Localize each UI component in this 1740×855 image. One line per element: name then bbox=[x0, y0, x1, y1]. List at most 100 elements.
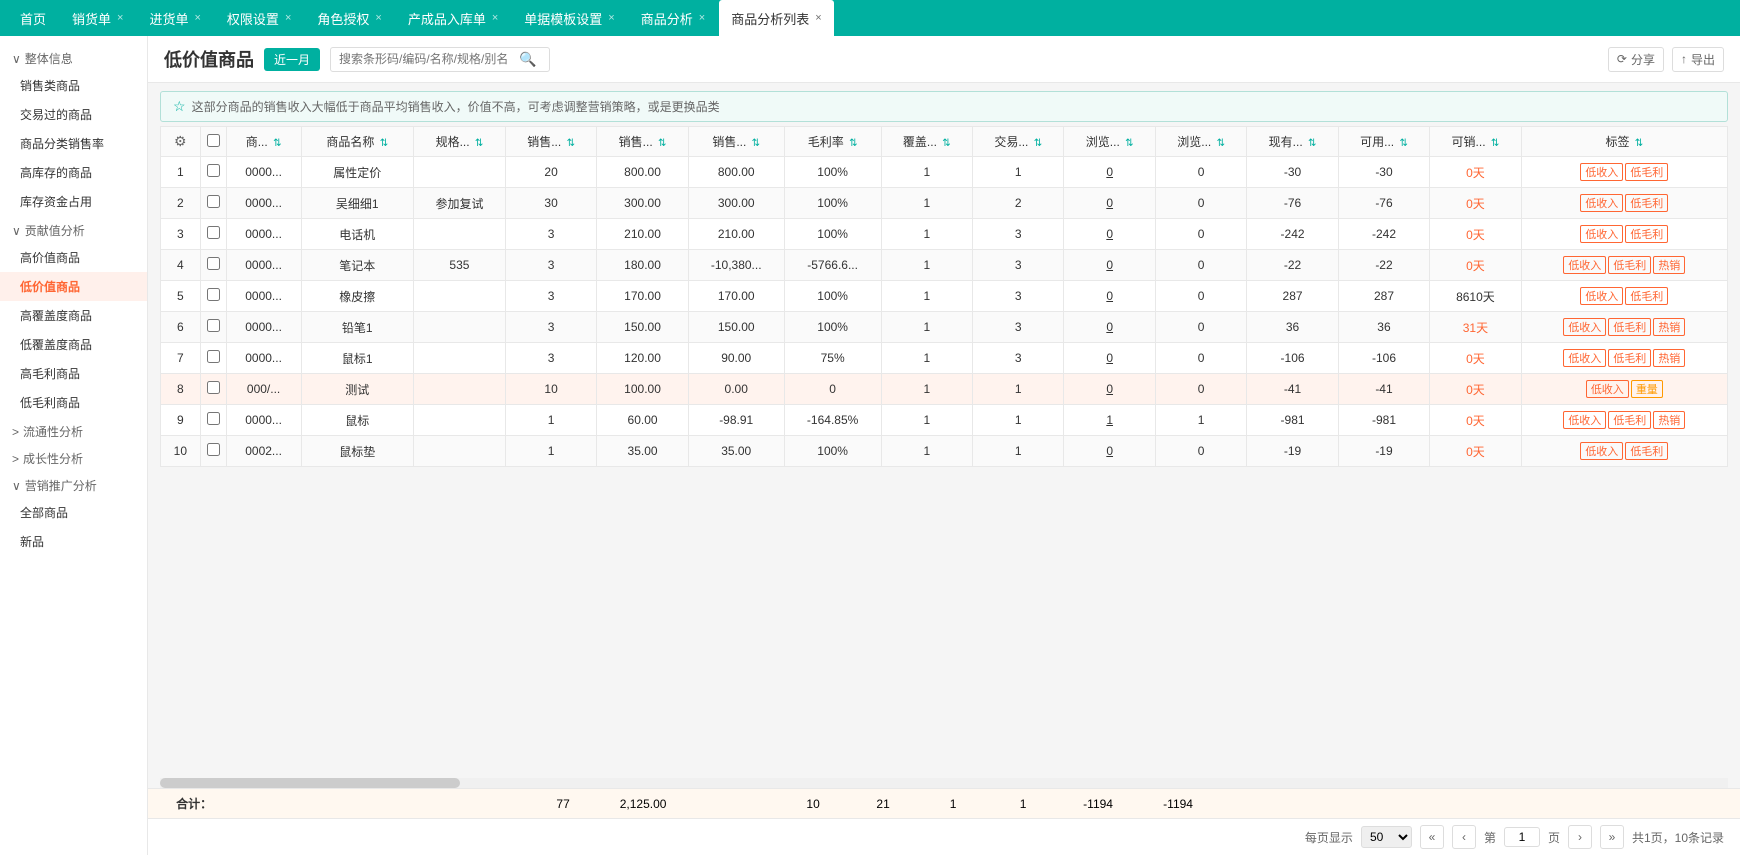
browse1-link[interactable]: 0 bbox=[1106, 165, 1113, 179]
per-page-select[interactable]: 50 100 200 bbox=[1361, 826, 1412, 848]
row-browse1[interactable]: 0 bbox=[1064, 281, 1155, 312]
row-browse1[interactable]: 1 bbox=[1064, 405, 1155, 436]
nav-home[interactable]: 首页 bbox=[8, 0, 58, 36]
row-checkbox-cell[interactable] bbox=[200, 405, 226, 436]
row-checkbox[interactable] bbox=[207, 164, 220, 177]
row-checkbox[interactable] bbox=[207, 257, 220, 270]
col-settings[interactable]: ⚙ bbox=[161, 127, 201, 157]
col-checkbox[interactable] bbox=[200, 127, 226, 157]
sidebar-item-high-stock[interactable]: 高库存的商品 bbox=[0, 158, 147, 187]
row-checkbox[interactable] bbox=[207, 350, 220, 363]
row-checkbox[interactable] bbox=[207, 412, 220, 425]
nav-purchase[interactable]: 进货单 × bbox=[137, 0, 212, 36]
sidebar-item-all-goods[interactable]: 全部商品 bbox=[0, 498, 147, 527]
row-browse1[interactable]: 0 bbox=[1064, 250, 1155, 281]
col-coverage[interactable]: 覆盖... ⇅ bbox=[881, 127, 972, 157]
sidebar-group-contribution[interactable]: ∨ 贡献值分析 bbox=[0, 216, 147, 243]
select-all-checkbox[interactable] bbox=[207, 134, 220, 147]
row-checkbox[interactable] bbox=[207, 443, 220, 456]
close-icon[interactable]: × bbox=[285, 12, 291, 24]
share-btn[interactable]: ⟳ 分享 bbox=[1608, 47, 1664, 72]
close-icon[interactable]: × bbox=[375, 12, 381, 24]
col-name[interactable]: 商品名称 ⇅ bbox=[301, 127, 414, 157]
close-icon[interactable]: × bbox=[815, 12, 821, 24]
row-browse1[interactable]: 0 bbox=[1064, 374, 1155, 405]
row-checkbox-cell[interactable] bbox=[200, 374, 226, 405]
row-checkbox-cell[interactable] bbox=[200, 250, 226, 281]
row-checkbox-cell[interactable] bbox=[200, 157, 226, 188]
sidebar-item-category-rate[interactable]: 商品分类销售率 bbox=[0, 129, 147, 158]
row-checkbox-cell[interactable] bbox=[200, 436, 226, 467]
row-browse1[interactable]: 0 bbox=[1064, 312, 1155, 343]
close-icon[interactable]: × bbox=[492, 12, 498, 24]
sidebar-group-overall[interactable]: ∨ 整体信息 bbox=[0, 44, 147, 71]
col-sale1[interactable]: 销售... ⇅ bbox=[505, 127, 596, 157]
col-browse2[interactable]: 浏览... ⇅ bbox=[1155, 127, 1246, 157]
search-input[interactable] bbox=[339, 52, 519, 66]
row-browse1[interactable]: 0 bbox=[1064, 219, 1155, 250]
nav-product-entry[interactable]: 产成品入库单 × bbox=[396, 0, 510, 36]
sidebar-item-new-goods[interactable]: 新品 bbox=[0, 527, 147, 556]
col-stock2[interactable]: 可用... ⇅ bbox=[1338, 127, 1429, 157]
sidebar-item-low-coverage[interactable]: 低覆盖度商品 bbox=[0, 330, 147, 359]
sidebar-group-flow[interactable]: > 流通性分析 bbox=[0, 417, 147, 444]
prev-page-btn[interactable]: ‹ bbox=[1452, 825, 1476, 849]
browse1-link[interactable]: 0 bbox=[1106, 227, 1113, 241]
settings-icon[interactable]: ⚙ bbox=[174, 133, 187, 149]
close-icon[interactable]: × bbox=[699, 12, 705, 24]
row-checkbox[interactable] bbox=[207, 226, 220, 239]
scrollbar-thumb[interactable] bbox=[160, 778, 460, 788]
time-filter-btn[interactable]: 近一月 bbox=[264, 48, 320, 71]
row-browse1[interactable]: 0 bbox=[1064, 436, 1155, 467]
sidebar-group-marketing[interactable]: ∨ 营销推广分析 bbox=[0, 471, 147, 498]
sidebar-item-low-margin[interactable]: 低毛利商品 bbox=[0, 388, 147, 417]
sidebar-item-low-value[interactable]: 低价值商品 bbox=[0, 272, 147, 301]
close-icon[interactable]: × bbox=[608, 12, 614, 24]
row-checkbox[interactable] bbox=[207, 195, 220, 208]
col-margin[interactable]: 毛利率 ⇅ bbox=[784, 127, 881, 157]
col-trade[interactable]: 交易... ⇅ bbox=[973, 127, 1064, 157]
row-browse1[interactable]: 0 bbox=[1064, 188, 1155, 219]
sidebar-item-high-value[interactable]: 高价值商品 bbox=[0, 243, 147, 272]
close-icon[interactable]: × bbox=[194, 12, 200, 24]
col-stock3[interactable]: 可销... ⇅ bbox=[1430, 127, 1521, 157]
current-page-input[interactable] bbox=[1504, 827, 1540, 847]
browse1-link[interactable]: 1 bbox=[1106, 413, 1113, 427]
browse1-link[interactable]: 0 bbox=[1106, 258, 1113, 272]
nav-permissions[interactable]: 权限设置 × bbox=[215, 0, 303, 36]
browse1-link[interactable]: 0 bbox=[1106, 351, 1113, 365]
browse1-link[interactable]: 0 bbox=[1106, 382, 1113, 396]
row-checkbox-cell[interactable] bbox=[200, 281, 226, 312]
nav-sales[interactable]: 销货单 × bbox=[60, 0, 135, 36]
nav-template[interactable]: 单据模板设置 × bbox=[512, 0, 626, 36]
last-page-btn[interactable]: » bbox=[1600, 825, 1624, 849]
row-checkbox-cell[interactable] bbox=[200, 219, 226, 250]
export-btn[interactable]: ↑ 导出 bbox=[1672, 47, 1724, 72]
sidebar-item-sales-goods[interactable]: 销售类商品 bbox=[0, 71, 147, 100]
first-page-btn[interactable]: « bbox=[1420, 825, 1444, 849]
col-code[interactable]: 商... ⇅ bbox=[226, 127, 301, 157]
row-checkbox[interactable] bbox=[207, 381, 220, 394]
browse1-link[interactable]: 0 bbox=[1106, 444, 1113, 458]
row-checkbox-cell[interactable] bbox=[200, 188, 226, 219]
row-checkbox[interactable] bbox=[207, 288, 220, 301]
search-icon[interactable]: 🔍 bbox=[519, 51, 536, 68]
nav-roles[interactable]: 角色授权 × bbox=[305, 0, 393, 36]
row-browse1[interactable]: 0 bbox=[1064, 157, 1155, 188]
col-sale2[interactable]: 销售... ⇅ bbox=[597, 127, 688, 157]
col-stock1[interactable]: 现有... ⇅ bbox=[1247, 127, 1338, 157]
nav-product-analysis-list[interactable]: 商品分析列表 × bbox=[719, 0, 833, 36]
sidebar-item-stock-capital[interactable]: 库存资金占用 bbox=[0, 187, 147, 216]
horizontal-scrollbar[interactable] bbox=[160, 778, 1728, 788]
browse1-link[interactable]: 0 bbox=[1106, 196, 1113, 210]
sidebar-item-high-margin[interactable]: 高毛利商品 bbox=[0, 359, 147, 388]
col-tags[interactable]: 标签 ⇅ bbox=[1521, 127, 1727, 157]
col-sale3[interactable]: 销售... ⇅ bbox=[688, 127, 784, 157]
table-container[interactable]: ⚙ 商... ⇅ 商品名称 ⇅ 规格... ⇅ 销售... ⇅ 销售... ⇅ … bbox=[148, 126, 1740, 778]
row-checkbox-cell[interactable] bbox=[200, 343, 226, 374]
browse1-link[interactable]: 0 bbox=[1106, 289, 1113, 303]
nav-product-analysis[interactable]: 商品分析 × bbox=[629, 0, 717, 36]
sidebar-item-traded-goods[interactable]: 交易过的商品 bbox=[0, 100, 147, 129]
row-checkbox-cell[interactable] bbox=[200, 312, 226, 343]
sidebar-item-high-coverage[interactable]: 高覆盖度商品 bbox=[0, 301, 147, 330]
